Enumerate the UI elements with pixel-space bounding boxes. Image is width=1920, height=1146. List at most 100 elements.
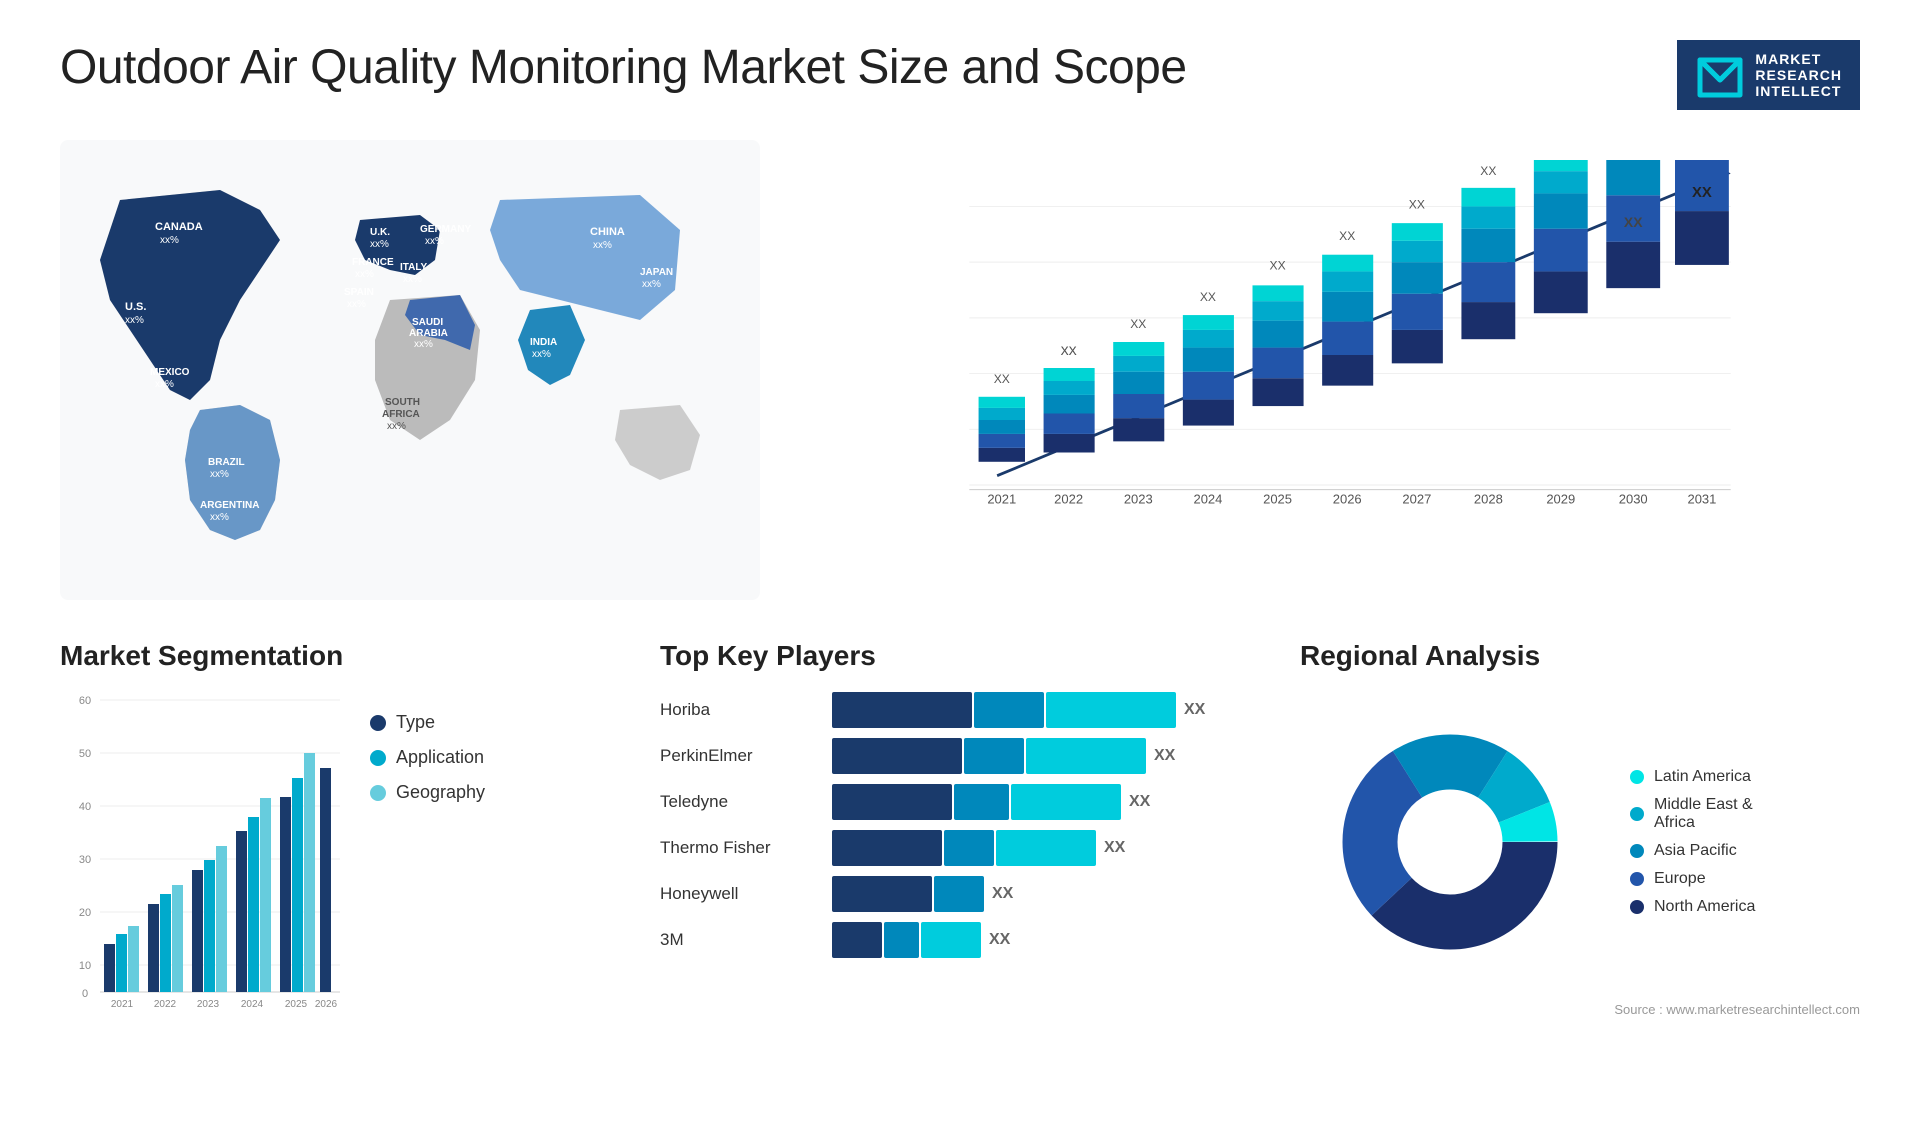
player-bars-thermofisher: XX [832,830,1125,866]
svg-text:2025: 2025 [285,999,308,1010]
australia [615,405,700,480]
logo-icon [1695,50,1745,100]
player-row-teledyne: Teledyne XX [660,784,1260,820]
main-bar-chart-svg: XX 2021 XX 2022 [860,160,1840,550]
south-america-highlight [185,405,280,540]
player-name-honeywell: Honeywell [660,884,820,904]
legend-dot-type [370,715,386,731]
reg-dot-asia-pacific [1630,844,1644,858]
player-name-3m: 3M [660,930,820,950]
mexico-value: xx% [155,379,174,390]
bar-teledyne-dark [832,784,952,820]
bar-2029: XX 2029 [1534,160,1588,507]
bar-2022: XX 2022 [1044,344,1095,507]
germany-label: GERMANY [420,224,471,235]
player-bars-3m: XX [832,922,1010,958]
bar-2027: XX 2027 [1392,197,1443,506]
seg-group-2022: 2022 [148,885,183,1010]
logo-box: MARKET RESEARCH INTELLECT [1677,40,1860,110]
svg-text:2022: 2022 [154,999,177,1010]
seg-group-2021: 2021 [104,926,139,1010]
seg-group-2023: 2023 [192,846,227,1010]
world-map-svg: CANADA xx% U.S. xx% MEXICO xx% BRAZIL xx… [60,140,760,600]
us-label: U.S. [125,301,146,313]
japan-label: JAPAN [640,267,673,278]
player-bars-honeywell: XX [832,876,1013,912]
south-africa-label2: AFRICA [382,409,420,420]
svg-text:2022: 2022 [1054,492,1083,507]
bar-horiba-dark [832,692,972,728]
player-name-perkinelmer: PerkinElmer [660,746,820,766]
svg-text:XX: XX [1061,344,1077,358]
source-text: Source : www.marketresearchintellect.com [1300,1002,1860,1017]
france-label: FRANCE [352,257,394,268]
bar-2023: XX 2023 [1113,317,1164,507]
reg-legend-asia-pacific: Asia Pacific [1630,842,1755,860]
reg-legend-north-america: North America [1630,898,1755,916]
canada-value: xx% [160,235,179,246]
svg-text:2021: 2021 [111,999,134,1010]
reg-dot-europe [1630,872,1644,886]
reg-legend-middle-east: Middle East &Africa [1630,796,1755,832]
svg-text:10: 10 [79,960,91,972]
seg-group-2025: 2025 [280,753,315,1010]
svg-text:XX: XX [1270,259,1286,273]
saudi-label: SAUDI [412,317,443,328]
year-label-2021: 2021 [987,492,1016,507]
reg-dot-north-america [1630,900,1644,914]
player-row-honeywell: Honeywell XX [660,876,1260,912]
bar-perkinelmer-mid [964,738,1024,774]
bar-label-2021: XX [994,372,1010,386]
saudi-arabia-label: ARABIA [409,328,448,339]
reg-dot-middle-east [1630,807,1644,821]
bar-honeywell-dark [832,876,932,912]
player-name-teledyne: Teledyne [660,792,820,812]
segmentation-section: Market Segmentation 60 50 40 30 20 10 0 [60,640,620,1070]
svg-text:2024: 2024 [1193,492,1222,507]
key-players-title: Top Key Players [660,640,1260,672]
legend-dot-geography [370,785,386,801]
svg-text:2023: 2023 [1124,492,1153,507]
brazil-label: BRAZIL [208,457,245,468]
svg-text:30: 30 [79,854,91,866]
bar-honeywell-mid [934,876,984,912]
canada-label: CANADA [155,221,203,233]
india-label: INDIA [530,337,557,348]
bar-2028: XX 2028 [1461,164,1515,507]
map-section: CANADA xx% U.S. xx% MEXICO xx% BRAZIL xx… [60,140,760,600]
legend-application: Application [370,747,485,768]
players-list: Horiba XX PerkinElmer [660,692,1260,958]
argentina-value: xx% [210,512,229,523]
mexico-label: MEXICO [150,367,190,378]
svg-text:2023: 2023 [197,999,220,1010]
italy-value: xx% [403,274,422,285]
svg-text:XX: XX [1130,317,1146,331]
bar-teledyne-light [1011,784,1121,820]
seg-legend: Type Application Geography [370,692,485,803]
legend-type: Type [370,712,485,733]
bar-2024: XX 2024 [1183,290,1234,506]
svg-text:20: 20 [79,907,91,919]
svg-text:2025: 2025 [1263,492,1292,507]
svg-text:40: 40 [79,801,91,813]
player-row-perkinelmer: PerkinElmer XX [660,738,1260,774]
top-row: CANADA xx% U.S. xx% MEXICO xx% BRAZIL xx… [60,140,1860,600]
segmentation-chart-svg: 60 50 40 30 20 10 0 [60,692,340,1012]
bar-thermofisher-light [996,830,1096,866]
player-name-thermofisher: Thermo Fisher [660,838,820,858]
bar-2025: XX 2025 [1253,259,1304,507]
svg-text:2029: 2029 [1546,492,1575,507]
reg-dot-latin-america [1630,770,1644,784]
svg-text:XX: XX [1409,197,1425,211]
bar-2031: 2031 [1675,160,1729,507]
brazil-value: xx% [210,469,229,480]
india-value: xx% [532,349,551,360]
argentina-label: ARGENTINA [200,500,259,511]
svg-text:50: 50 [79,748,91,760]
bottom-row: Market Segmentation 60 50 40 30 20 10 0 [60,640,1860,1070]
bar-horiba-light [1046,692,1176,728]
svg-text:0: 0 [82,988,88,1000]
regional-legend: Latin America Middle East &Africa Asia P… [1630,768,1755,916]
logo-area: MARKET RESEARCH INTELLECT [1677,40,1860,110]
legend-geography: Geography [370,782,485,803]
